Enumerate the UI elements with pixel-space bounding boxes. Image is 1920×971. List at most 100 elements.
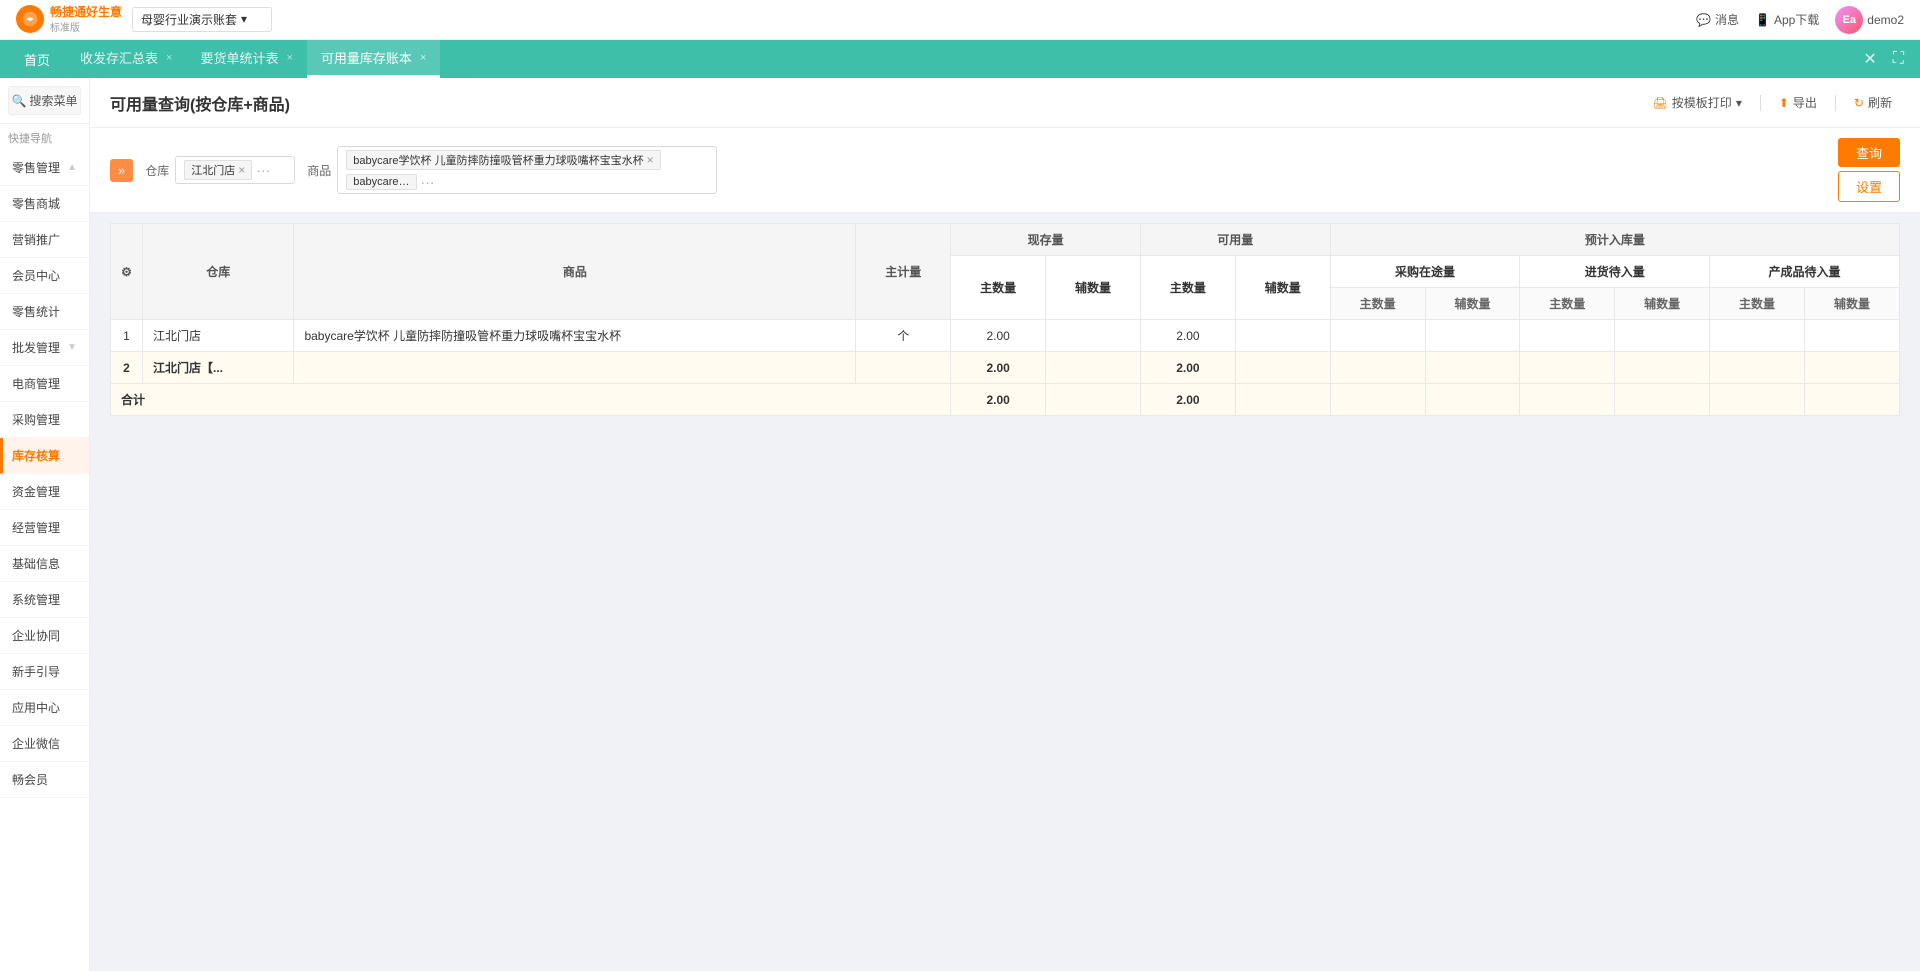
refresh-icon: ↻ [1854,96,1864,110]
product-tag-1-remove[interactable]: × [647,153,654,167]
nav-right-controls: ✕ ⛶ [1859,40,1912,78]
th-pt-main: 主数量 [1330,288,1425,320]
sidebar-item-finance[interactable]: 资金管理 [0,474,89,510]
sidebar-item-app-center[interactable]: 应用中心 [0,690,89,726]
row-1-warehouse: 江北门店 [143,320,294,352]
username: demo2 [1867,13,1904,27]
warehouse-more-btn[interactable]: ··· [256,162,270,178]
logo-icon [16,5,44,33]
sidebar-item-basic-info[interactable]: 基础信息 [0,546,89,582]
divider-1 [1760,95,1761,111]
th-finished-pending: 产成品待入量 [1710,256,1900,288]
close-tab-btn[interactable]: ✕ [1859,45,1880,73]
user-menu[interactable]: Ea demo2 [1835,6,1904,34]
row-1-pt-main [1330,320,1425,352]
th-fp-aux: 辅数量 [1804,288,1899,320]
sidebar-item-marketing[interactable]: 营销推广 [0,222,89,258]
row-1-seq: 1 [111,320,143,352]
sidebar-item-enterprise[interactable]: 企业协同 [0,618,89,654]
product-tag-1-value: babycare学饮杯 儿童防摔防撞吸管杯重力球吸嘴杯宝宝水杯 [353,152,643,168]
page-title: 可用量查询(按仓库+商品) [110,91,290,115]
th-warehouse: 仓库 [143,224,294,320]
tab-2-close[interactable]: × [286,52,292,64]
sidebar-item-member2[interactable]: 畅会员 [0,762,89,798]
logo-sub: 标准版 [50,19,122,34]
filter-expand-btn[interactable]: » [110,159,133,182]
sidebar-item-wechat[interactable]: 企业微信 [0,726,89,762]
row-1-ip-aux [1615,320,1710,352]
product-tag-2: babycare… [346,174,416,190]
sidebar: 🔍 搜索菜单 快捷导航 零售管理 ▲ 零售商城 营销推广 会员中心 零售统计 批… [0,78,90,971]
search-menu-label: 搜索菜单 [29,92,77,109]
print-template-btn[interactable]: 🖨 按模板打印 ▾ [1645,90,1750,115]
product-tag-1: babycare学饮杯 儿童防摔防撞吸管杯重力球吸嘴杯宝宝水杯 × [346,150,660,170]
tab-1[interactable]: 收发存汇总表 × [66,40,186,78]
sidebar-item-inventory[interactable]: 库存核算 [0,438,89,474]
row-2-stock-aux [1046,352,1141,384]
arrow-icon-retail: ▲ [67,162,77,173]
nav-tabs: 首页 收发存汇总表 × 要货单统计表 × 可用量库存账本 × ✕ ⛶ [0,40,1920,78]
warehouse-label: 仓库 [145,162,169,179]
tab-3-close[interactable]: × [420,52,426,64]
row-1-stock-aux [1046,320,1141,352]
app-download-btn[interactable]: 📱 App下载 [1755,11,1819,28]
tab-3-label: 可用量库存账本 [321,48,412,67]
product-more-btn[interactable]: ··· [421,174,435,190]
fullscreen-btn[interactable]: ⛶ [1889,46,1908,72]
filter-bar: » 仓库 江北门店 × ··· 商品 babycare学饮杯 儿童防摔防撞吸管杯… [90,128,1920,213]
total-pt-main [1330,384,1425,416]
row-1-avail-main: 2.00 [1140,320,1235,352]
col-settings-th[interactable]: ⚙ [111,224,143,320]
th-forecast-in: 预计入库量 [1330,224,1899,256]
tab-2[interactable]: 要货单统计表 × [186,40,306,78]
total-pt-aux [1425,384,1520,416]
company-selector[interactable]: 母婴行业演示账套 ▾ [132,7,272,32]
sidebar-item-guide[interactable]: 新手引导 [0,654,89,690]
sidebar-item-retail-stats[interactable]: 零售统计 [0,294,89,330]
sidebar-item-wholesale[interactable]: 批发管理 ▼ [0,330,89,366]
content-area: 可用量查询(按仓库+商品) 🖨 按模板打印 ▾ ⬆ 导出 ↻ 刷新 [90,78,1920,971]
sidebar-item-system[interactable]: 系统管理 [0,582,89,618]
tab-home[interactable]: 首页 [8,40,66,78]
sidebar-label-wholesale: 批发管理 [12,339,60,356]
refresh-btn[interactable]: ↻ 刷新 [1846,90,1900,115]
tab-home-label: 首页 [24,50,50,69]
query-btn[interactable]: 查询 [1838,138,1900,167]
th-fp-main: 主数量 [1710,288,1805,320]
th-inbound-pending: 进货待入量 [1520,256,1710,288]
sidebar-item-retail-mgmt[interactable]: 零售管理 ▲ [0,150,89,186]
warehouse-input[interactable]: 江北门店 × ··· [175,156,295,184]
sidebar-item-operations[interactable]: 经营管理 [0,510,89,546]
total-fp-main [1710,384,1805,416]
row-2-seq: 2 [111,352,143,384]
divider-2 [1835,95,1836,111]
row-1-avail-aux [1235,320,1330,352]
sidebar-item-retail-mall[interactable]: 零售商城 [0,186,89,222]
sidebar-label-guide: 新手引导 [12,663,60,680]
messages-btn[interactable]: 💬 消息 [1696,11,1739,28]
th-stock-aux: 辅数量 [1046,256,1141,320]
company-name: 母婴行业演示账套 [141,11,237,28]
row-2-fp-main [1710,352,1805,384]
product-input[interactable]: babycare学饮杯 儿童防摔防撞吸管杯重力球吸嘴杯宝宝水杯 × babyca… [337,146,717,194]
sidebar-item-purchase[interactable]: 采购管理 [0,402,89,438]
sidebar-label-operations: 经营管理 [12,519,60,536]
tab-3[interactable]: 可用量库存账本 × [307,40,440,78]
row-1-product: babycare学饮杯 儿童防摔防撞吸管杯重力球吸嘴杯宝宝水杯 [294,320,856,352]
export-icon: ⬆ [1779,96,1789,110]
total-avail-aux [1235,384,1330,416]
sidebar-item-ecommerce[interactable]: 电商管理 [0,366,89,402]
settings-btn[interactable]: 设置 [1838,171,1900,202]
export-btn[interactable]: ⬆ 导出 [1771,90,1825,115]
tab-1-close[interactable]: × [166,52,172,64]
total-stock-aux [1046,384,1141,416]
quick-nav-label: 快捷导航 [0,124,89,150]
topbar-right: 💬 消息 📱 App下载 Ea demo2 [1696,6,1904,34]
sidebar-label-basic-info: 基础信息 [12,555,60,572]
sidebar-label-purchase: 采购管理 [12,411,60,428]
search-menu-btn[interactable]: 🔍 搜索菜单 [8,86,81,115]
sidebar-item-member[interactable]: 会员中心 [0,258,89,294]
total-ip-main [1520,384,1615,416]
warehouse-tag-remove[interactable]: × [238,163,245,177]
total-avail-main: 2.00 [1140,384,1235,416]
